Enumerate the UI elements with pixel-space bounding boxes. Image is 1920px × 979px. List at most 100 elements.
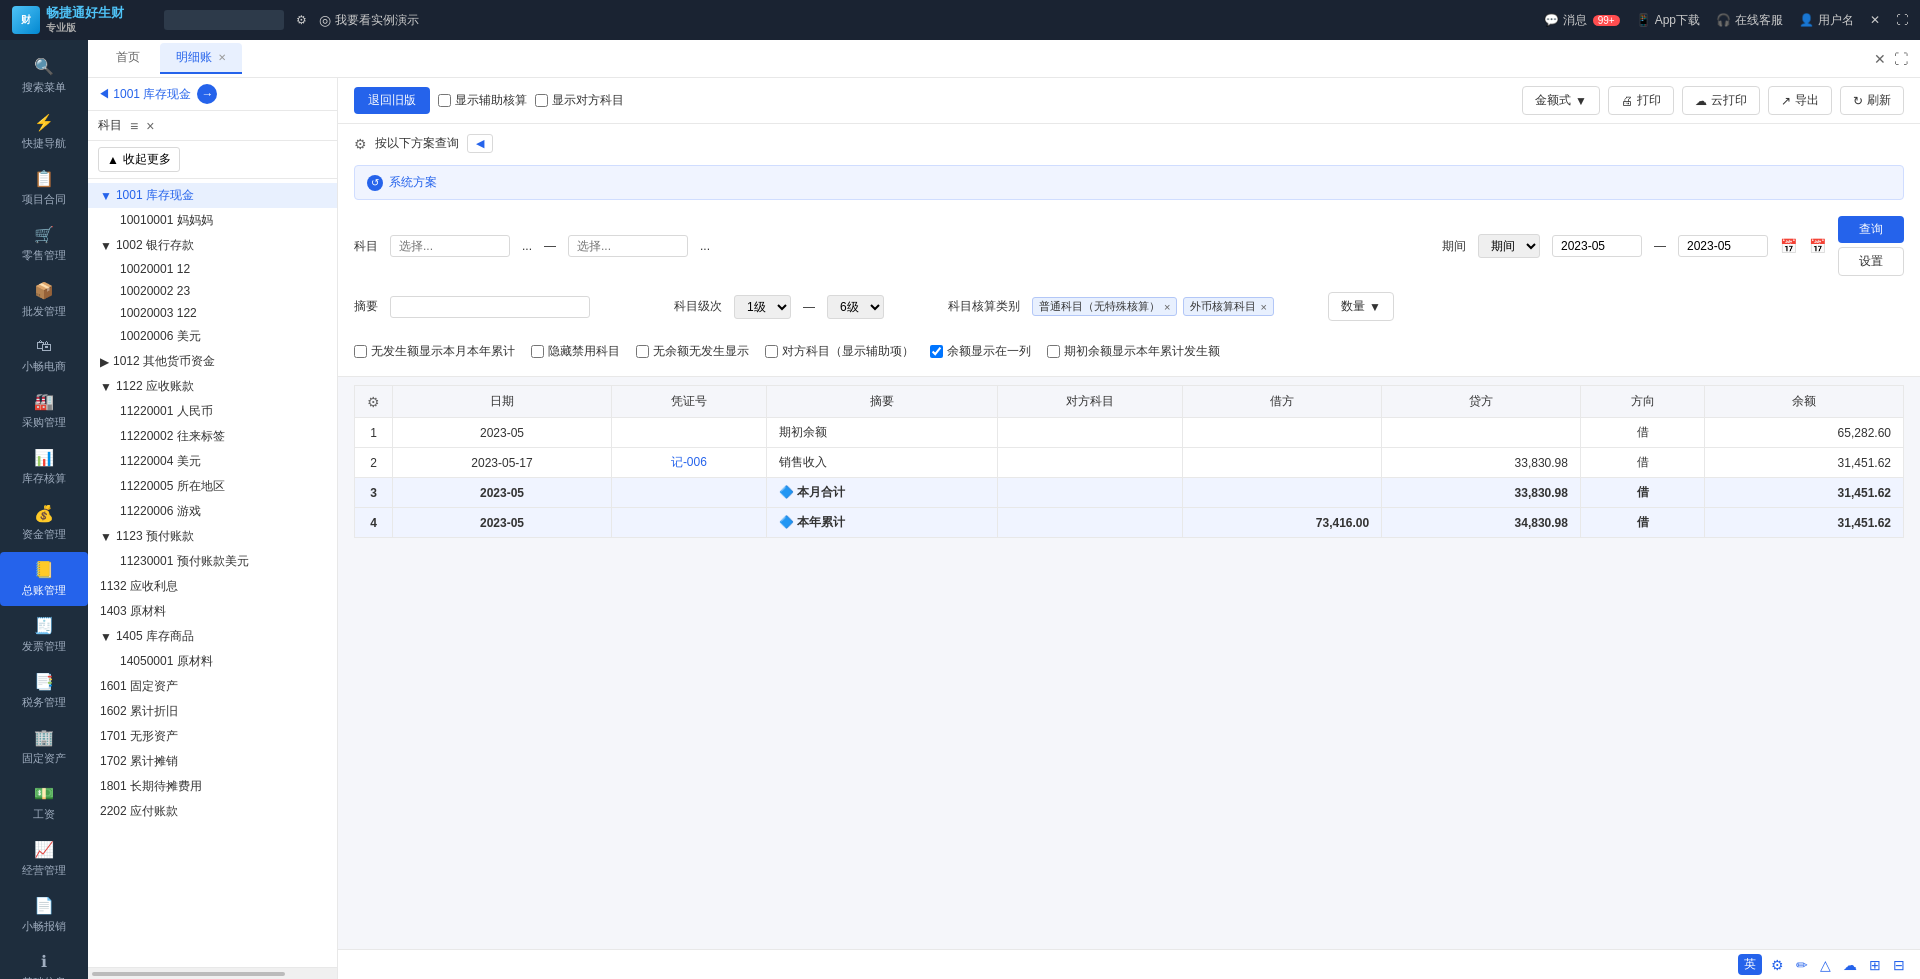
status-grid-btn[interactable]: ⊞ [1866,957,1884,973]
tag-close-normal[interactable]: × [1164,301,1170,313]
settings-btn[interactable]: ⚙ [296,13,307,27]
opposite-subject-checkbox[interactable]: 对方科目（显示辅助项） [765,343,914,360]
tab-close-all-btn[interactable]: ✕ [1874,51,1886,67]
sidebar-item-ecommerce[interactable]: 🛍 小畅电商 [0,329,88,382]
show-aux-input[interactable] [438,94,451,107]
period-calendar-end-btn[interactable]: 📅 [1809,238,1826,254]
no-occur-checkbox[interactable]: 无发生额显示本月本年累计 [354,343,515,360]
query-btn[interactable]: 查询 [1838,216,1904,243]
query-collapse-btn[interactable]: ◀ [467,134,493,153]
opposite-subject-input[interactable] [765,345,778,358]
subject-level-end-select[interactable]: 6级 [827,295,884,319]
tree-node-10020006[interactable]: 10020006 美元 [88,324,337,349]
window-maximize-btn[interactable]: ⛶ [1896,13,1908,27]
print-btn[interactable]: 🖨 打印 [1608,86,1674,115]
tree-node-1123[interactable]: ▼ 1123 预付账款 [88,524,337,549]
tree-node-10020001[interactable]: 10020001 12 [88,258,337,280]
sidebar-item-search-menu[interactable]: 🔍 搜索菜单 [0,49,88,103]
window-close-btn[interactable]: ✕ [1870,13,1880,27]
quantity-btn[interactable]: 数量 ▼ [1328,292,1394,321]
hide-disabled-input[interactable] [531,345,544,358]
online-service-btn[interactable]: 🎧 在线客服 [1716,12,1783,29]
subject-end-input[interactable] [568,235,688,257]
status-lang-btn[interactable]: 英 [1738,954,1762,975]
tree-node-1122[interactable]: ▼ 1122 应收账款 [88,374,337,399]
status-minus-btn[interactable]: ⊟ [1890,957,1908,973]
sidebar-item-tax[interactable]: 📑 税务管理 [0,664,88,718]
tree-node-14050001[interactable]: 14050001 原材料 [88,649,337,674]
tree-node-1001[interactable]: ▼ 1001 库存现金 [88,183,337,208]
tree-node-1801[interactable]: 1801 长期待摊费用 [88,774,337,799]
app-download-btn[interactable]: 📱 App下载 [1636,12,1700,29]
status-cloud-btn[interactable]: ☁ [1840,957,1860,973]
tree-node-1403[interactable]: 1403 原材料 [88,599,337,624]
tree-node-11220001[interactable]: 11220001 人民币 [88,399,337,424]
tree-node-2202[interactable]: 2202 应付账款 [88,799,337,824]
scheme-tag[interactable]: ↺ 系统方案 [367,174,437,191]
no-occur-input[interactable] [354,345,367,358]
balance-one-col-checkbox[interactable]: 余额显示在一列 [930,343,1031,360]
tree-filter-list-btn[interactable]: ≡ [130,118,138,134]
tree-node-1012[interactable]: ▶ 1012 其他货币资金 [88,349,337,374]
tree-node-1132[interactable]: 1132 应收利息 [88,574,337,599]
sidebar-item-purchase[interactable]: 🏭 采购管理 [0,384,88,438]
tree-scroll-thumb[interactable] [92,972,285,976]
sidebar-item-ledger[interactable]: 📒 总账管理 [0,552,88,606]
tree-node-1002[interactable]: ▼ 1002 银行存款 [88,233,337,258]
tree-node-1405[interactable]: ▼ 1405 库存商品 [88,624,337,649]
query-settings-icon[interactable]: ⚙ [354,136,367,152]
tree-expand-btn[interactable]: ▲ 收起更多 [98,147,180,172]
sidebar-item-wholesale[interactable]: 📦 批发管理 [0,273,88,327]
balance-one-col-input[interactable] [930,345,943,358]
tree-node-1602[interactable]: 1602 累计折旧 [88,699,337,724]
sidebar-item-quick-nav[interactable]: ⚡ 快捷导航 [0,105,88,159]
tree-node-1702[interactable]: 1702 累计摊销 [88,749,337,774]
subject-level-start-select[interactable]: 1级 [734,295,791,319]
no-balance-checkbox[interactable]: 无余额无发生显示 [636,343,749,360]
tag-close-foreign[interactable]: × [1260,301,1266,313]
status-settings-btn[interactable]: ⚙ [1768,957,1787,973]
tree-node-10020002[interactable]: 10020002 23 [88,280,337,302]
demo-btn[interactable]: ◎ 我要看实例演示 [319,12,419,29]
tree-header-selected[interactable]: ◀ 1001 库存现金 [98,86,191,103]
show-opposite-input[interactable] [535,94,548,107]
tree-node-10020003[interactable]: 10020003 122 [88,302,337,324]
tree-node-1701[interactable]: 1701 无形资产 [88,724,337,749]
refresh-btn[interactable]: ↻ 刷新 [1840,86,1904,115]
init-balance-checkbox[interactable]: 期初余额显示本年累计发生额 [1047,343,1220,360]
tab-detail[interactable]: 明细账 ✕ [160,43,242,74]
status-alert-btn[interactable]: △ [1817,957,1834,973]
user-avatar[interactable]: 👤 用户名 [1799,12,1854,29]
period-end-input[interactable] [1678,235,1768,257]
sidebar-item-capital[interactable]: 💰 资金管理 [0,496,88,550]
sidebar-item-operations[interactable]: 📈 经营管理 [0,832,88,886]
hide-disabled-checkbox[interactable]: 隐藏禁用科目 [531,343,620,360]
show-aux-checkbox[interactable]: 显示辅助核算 [438,92,527,109]
tab-detail-close[interactable]: ✕ [218,52,226,63]
tree-navigate-btn[interactable]: → [197,84,217,104]
message-btn[interactable]: 💬 消息 99+ [1544,12,1620,29]
sidebar-item-basic-info[interactable]: ℹ 基础信息 [0,944,88,979]
tree-node-11220004[interactable]: 11220004 美元 [88,449,337,474]
sidebar-item-fixed-assets[interactable]: 🏢 固定资产 [0,720,88,774]
period-type-select[interactable]: 期间 [1478,234,1540,258]
period-start-input[interactable] [1552,235,1642,257]
search-input[interactable] [164,10,284,30]
sidebar-item-project[interactable]: 📋 项目合同 [0,161,88,215]
tree-node-11220005[interactable]: 11220005 所在地区 [88,474,337,499]
tree-node-11220006[interactable]: 11220006 游戏 [88,499,337,524]
amount-style-btn[interactable]: 金额式 ▼ [1522,86,1600,115]
status-edit-btn[interactable]: ✏ [1793,957,1811,973]
sidebar-item-invoice[interactable]: 🧾 发票管理 [0,608,88,662]
tab-home[interactable]: 首页 [100,43,156,74]
back-old-version-btn[interactable]: 退回旧版 [354,87,430,114]
settings-btn-2[interactable]: 设置 [1838,247,1904,276]
period-calendar-start-btn[interactable]: 📅 [1780,238,1797,254]
subject-start-input[interactable] [390,235,510,257]
show-opposite-checkbox[interactable]: 显示对方科目 [535,92,624,109]
tree-filter-clear-btn[interactable]: × [146,118,154,134]
no-balance-input[interactable] [636,345,649,358]
tree-node-1601[interactable]: 1601 固定资产 [88,674,337,699]
tree-node-10010001[interactable]: 10010001 妈妈妈 [88,208,337,233]
voucher-link-2[interactable]: 记-006 [671,455,707,469]
